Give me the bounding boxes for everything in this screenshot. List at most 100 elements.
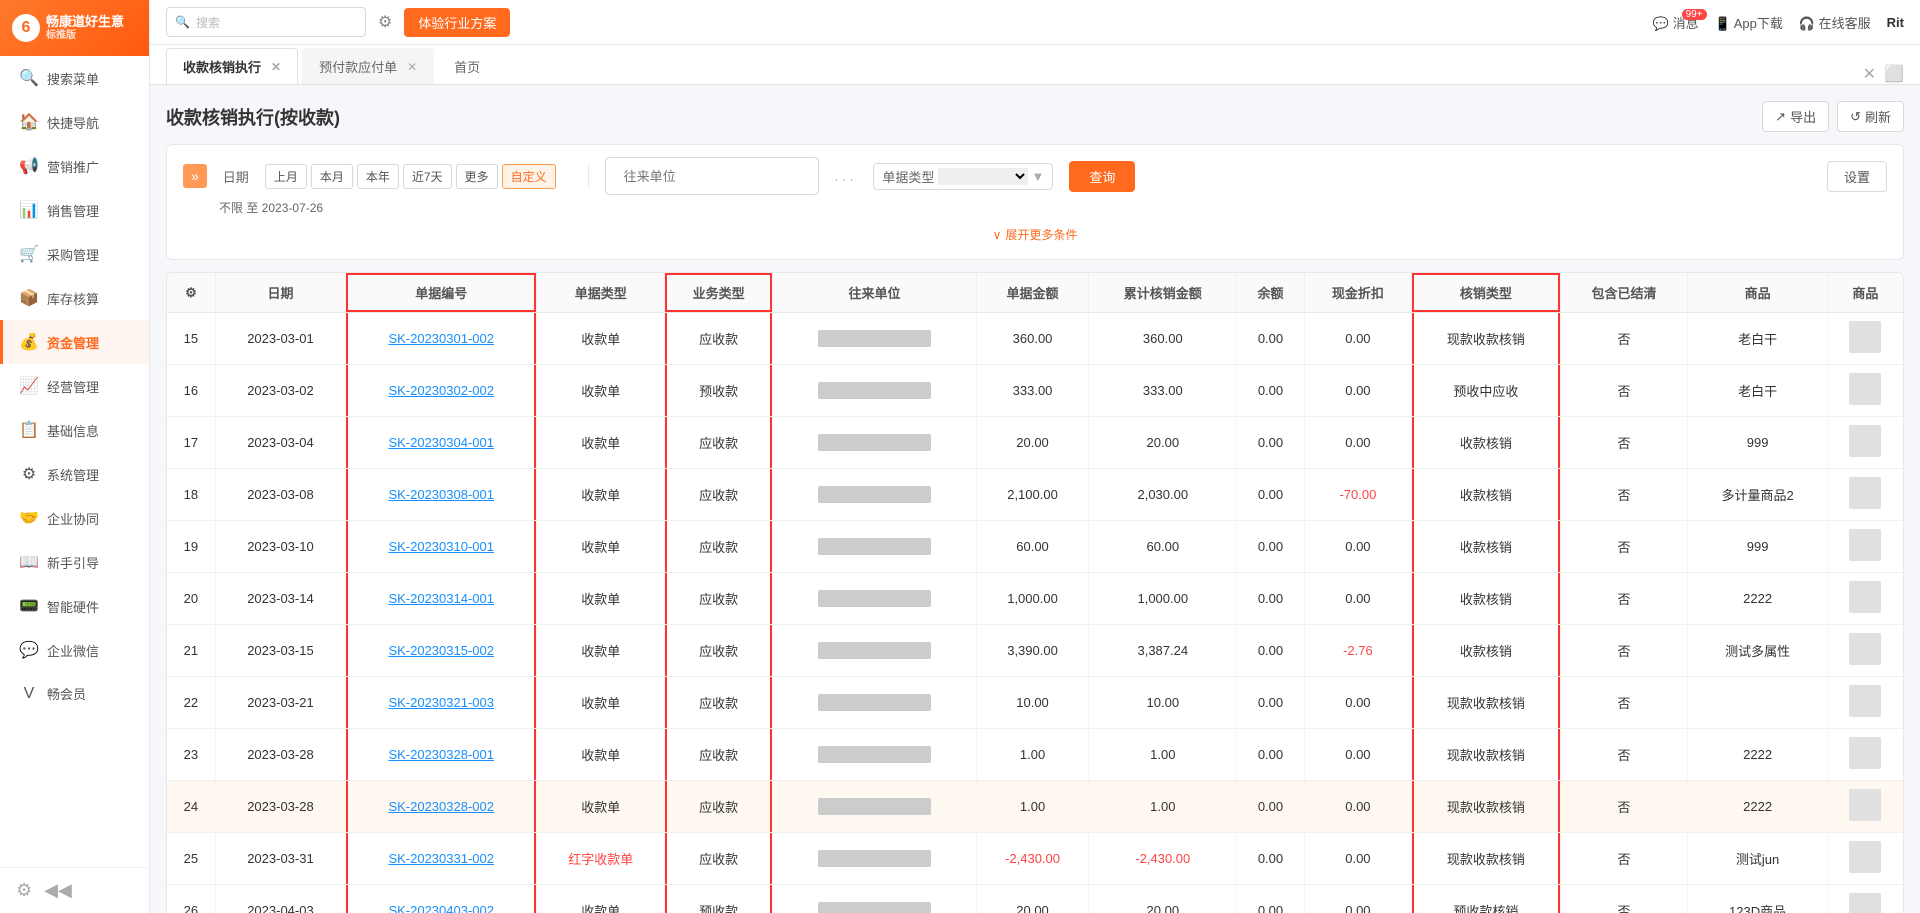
cell-doc-num-3[interactable]: SK-20230308-001 bbox=[346, 469, 537, 521]
app-download[interactable]: 📱 App下载 bbox=[1715, 13, 1783, 32]
sidebar-icon-3: 📊 bbox=[19, 200, 39, 220]
date-last-month[interactable]: 上月 bbox=[265, 164, 307, 189]
tab-0[interactable]: 首页 bbox=[438, 48, 496, 84]
sidebar-item-搜索菜单[interactable]: 🔍搜索菜单 bbox=[0, 56, 149, 100]
sidebar-item-采购管理[interactable]: 🛒采购管理 bbox=[0, 232, 149, 276]
sidebar-item-企业微信[interactable]: 💬企业微信 bbox=[0, 628, 149, 672]
online-service[interactable]: 🎧 在线客服 bbox=[1799, 13, 1871, 32]
tab-1[interactable]: 预付款应付单✕ bbox=[302, 48, 434, 84]
doc-link-4[interactable]: SK-20230310-001 bbox=[388, 539, 494, 554]
doc-link-2[interactable]: SK-20230304-001 bbox=[388, 435, 494, 450]
tab-maximize-icon[interactable]: ⬜ bbox=[1884, 64, 1904, 84]
doc-link-5[interactable]: SK-20230314-001 bbox=[388, 591, 494, 606]
cell-doc-num-5[interactable]: SK-20230314-001 bbox=[346, 573, 537, 625]
receipt-type-wrap: 单据类型 ▼ bbox=[873, 163, 1053, 190]
doc-link-3[interactable]: SK-20230308-001 bbox=[388, 487, 494, 502]
tab-close-2[interactable]: ✕ bbox=[271, 60, 281, 74]
cell-biz-type-7: 应收款 bbox=[665, 677, 773, 729]
date-7days[interactable]: 近7天 bbox=[403, 164, 452, 189]
cell-balance-3: 0.00 bbox=[1237, 469, 1304, 521]
sidebar-item-库存核算[interactable]: 📦库存核算 bbox=[0, 276, 149, 320]
cell-goods-4: 999 bbox=[1688, 521, 1827, 573]
message-badge[interactable]: 💬 消息 99+ bbox=[1653, 13, 1699, 32]
sidebar-item-经营管理[interactable]: 📈经营管理 bbox=[0, 364, 149, 408]
doc-link-8[interactable]: SK-20230328-001 bbox=[388, 747, 494, 762]
tab-close-1[interactable]: ✕ bbox=[407, 60, 417, 74]
cell-goods2-4 bbox=[1827, 521, 1903, 573]
cell-cumulative-8: 1.00 bbox=[1089, 729, 1237, 781]
doc-link-0[interactable]: SK-20230301-002 bbox=[388, 331, 494, 346]
settings-icon[interactable]: ⚙ bbox=[16, 880, 32, 901]
collapse-icon[interactable]: ◀◀ bbox=[44, 880, 72, 901]
cell-partner-0: ████████ bbox=[772, 313, 976, 365]
sidebar-icon-11: 📖 bbox=[19, 552, 39, 572]
cell-doc-num-6[interactable]: SK-20230315-002 bbox=[346, 625, 537, 677]
doc-link-7[interactable]: SK-20230321-003 bbox=[388, 695, 494, 710]
sidebar-icon-0: 🔍 bbox=[19, 68, 39, 88]
date-custom[interactable]: 自定义 bbox=[502, 164, 556, 189]
sidebar-item-快捷导航[interactable]: 🏠快捷导航 bbox=[0, 100, 149, 144]
gear-col-icon[interactable]: ⚙ bbox=[185, 285, 197, 300]
date-this-month[interactable]: 本月 bbox=[311, 164, 353, 189]
cell-goods-2: 999 bbox=[1688, 417, 1827, 469]
cell-verify-type-2: 收款核销 bbox=[1412, 417, 1560, 469]
cell-goods-1: 老白干 bbox=[1688, 365, 1827, 417]
tab-2[interactable]: 收款核销执行✕ bbox=[166, 48, 298, 84]
cell-cash-discount-2: 0.00 bbox=[1304, 417, 1412, 469]
cell-doc-num-7[interactable]: SK-20230321-003 bbox=[346, 677, 537, 729]
sidebar-item-畅会员[interactable]: V畅会员 bbox=[0, 672, 149, 715]
sidebar-item-智能硬件[interactable]: 📟智能硬件 bbox=[0, 584, 149, 628]
cell-no-5: 20 bbox=[167, 573, 215, 625]
export-button[interactable]: ↗ 导出 bbox=[1762, 101, 1829, 132]
date-this-year[interactable]: 本年 bbox=[357, 164, 399, 189]
sidebar-item-企业协同[interactable]: 🤝企业协同 bbox=[0, 496, 149, 540]
query-button[interactable]: 查询 bbox=[1069, 161, 1135, 192]
sidebar-item-销售管理[interactable]: 📊销售管理 bbox=[0, 188, 149, 232]
doc-link-6[interactable]: SK-20230315-002 bbox=[388, 643, 494, 658]
cell-partner-11: ████████ bbox=[772, 885, 976, 913]
sidebar-item-新手引导[interactable]: 📖 新手引导 bbox=[0, 540, 149, 584]
sidebar-icon-12: 📟 bbox=[19, 596, 39, 616]
user-display[interactable]: Rit bbox=[1887, 15, 1904, 30]
doc-link-10[interactable]: SK-20230331-002 bbox=[388, 851, 494, 866]
refresh-button[interactable]: ↺ 刷新 bbox=[1837, 101, 1904, 132]
cell-date-0: 2023-03-01 bbox=[215, 313, 345, 365]
date-more[interactable]: 更多 bbox=[456, 164, 498, 189]
doc-link-9[interactable]: SK-20230328-002 bbox=[388, 799, 494, 814]
cell-cash-discount-10: 0.00 bbox=[1304, 833, 1412, 885]
topbar-gear-icon[interactable]: ⚙ bbox=[378, 12, 392, 32]
cell-doc-num-10[interactable]: SK-20230331-002 bbox=[346, 833, 537, 885]
cell-doc-num-0[interactable]: SK-20230301-002 bbox=[346, 313, 537, 365]
cell-doc-num-4[interactable]: SK-20230310-001 bbox=[346, 521, 537, 573]
sidebar-item-营销推广[interactable]: 📢营销推广 bbox=[0, 144, 149, 188]
receipt-type-select[interactable] bbox=[938, 168, 1027, 185]
sidebar-item-基础信息[interactable]: 📋基础信息 bbox=[0, 408, 149, 452]
partner-input[interactable] bbox=[614, 161, 810, 191]
cell-goods2-5 bbox=[1827, 573, 1903, 625]
cell-date-6: 2023-03-15 bbox=[215, 625, 345, 677]
cell-biz-type-5: 应收款 bbox=[665, 573, 773, 625]
expand-more-btn[interactable]: ∨ 展开更多条件 bbox=[183, 222, 1887, 247]
cell-amount-5: 1,000.00 bbox=[976, 573, 1088, 625]
tab-close-all-icon[interactable]: ✕ bbox=[1863, 64, 1876, 84]
cell-goods2-2 bbox=[1827, 417, 1903, 469]
topbar-search[interactable]: 🔍 搜索 bbox=[166, 7, 366, 37]
setting-button[interactable]: 设置 bbox=[1827, 161, 1887, 192]
col-header-partner: 往来单位 bbox=[772, 273, 976, 313]
cell-doc-type-6: 收款单 bbox=[537, 625, 665, 677]
sidebar-item-资金管理[interactable]: 💰资金管理 bbox=[0, 320, 149, 364]
sidebar-item-系统管理[interactable]: ⚙系统管理 bbox=[0, 452, 149, 496]
cell-doc-num-8[interactable]: SK-20230328-001 bbox=[346, 729, 537, 781]
date-label: 日期 bbox=[223, 167, 249, 186]
cell-doc-num-1[interactable]: SK-20230302-002 bbox=[346, 365, 537, 417]
cell-cumulative-6: 3,387.24 bbox=[1089, 625, 1237, 677]
filter-expand-btn[interactable]: » bbox=[183, 164, 207, 188]
doc-link-11[interactable]: SK-20230403-002 bbox=[388, 903, 494, 913]
cell-doc-num-9[interactable]: SK-20230328-002 bbox=[346, 781, 537, 833]
cell-doc-num-2[interactable]: SK-20230304-001 bbox=[346, 417, 537, 469]
cell-doc-num-11[interactable]: SK-20230403-002 bbox=[346, 885, 537, 913]
page-actions: ↗ 导出 ↺ 刷新 bbox=[1762, 101, 1904, 132]
solution-button[interactable]: 体验行业方案 bbox=[404, 8, 510, 37]
sidebar-label-11: 新手引导 bbox=[47, 553, 99, 572]
doc-link-1[interactable]: SK-20230302-002 bbox=[388, 383, 494, 398]
